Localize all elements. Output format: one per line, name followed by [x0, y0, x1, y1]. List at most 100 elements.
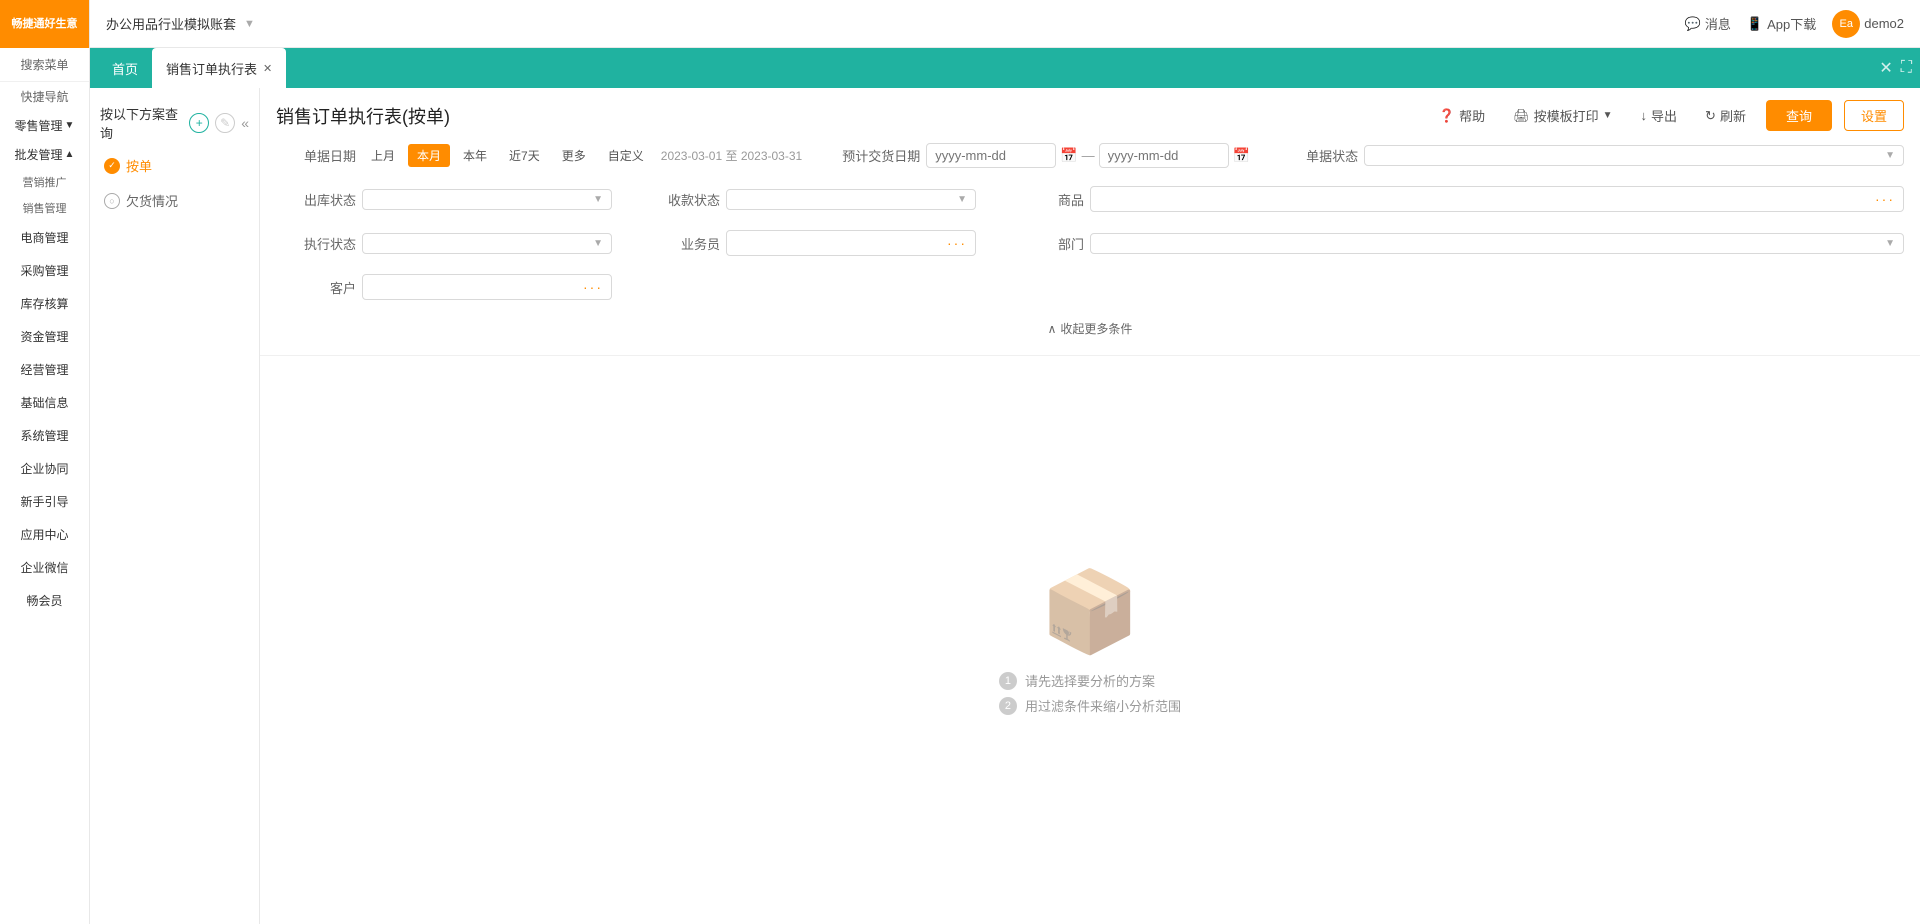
tip-2-number: 2 [999, 697, 1017, 715]
message-button[interactable]: 💬 消息 [1685, 14, 1731, 33]
tip-1-text: 请先选择要分析的方案 [1025, 671, 1155, 690]
date-btn-more[interactable]: 更多 [553, 144, 595, 167]
expected-date-input-group: 📅 — 📅 [926, 143, 1250, 168]
sidebar-item-apps[interactable]: 应用中心 [0, 518, 89, 551]
search-button[interactable]: 查询 [1766, 100, 1832, 131]
sidebar-search[interactable]: 搜索菜单 [0, 48, 89, 82]
app-logo: 畅捷通好生意 [0, 0, 89, 48]
exec-status-chevron-icon: ▼ [593, 238, 603, 249]
date-label: 单据日期 [276, 146, 356, 165]
app-download-button[interactable]: 📱 App下载 [1747, 14, 1816, 33]
filter-cell-ship-status: 出库状态 ▼ [276, 185, 612, 214]
date-btn-group: 上月 本月 本年 近7天 更多 自定义 2023-03-01 至 2023-03… [362, 144, 802, 167]
expected-date-end[interactable] [1099, 143, 1229, 168]
settings-button[interactable]: 设置 [1844, 100, 1904, 131]
filter-cell-salesperson: 业务员 ··· [640, 226, 976, 260]
inactive-dot-icon: ○ [104, 193, 120, 209]
print-arrow-icon: ▼ [1603, 110, 1613, 121]
sidebar-item-guide[interactable]: 新手引导 [0, 485, 89, 518]
sidebar-item-finance[interactable]: 资金管理 [0, 320, 89, 353]
left-panel: 按以下方案查询 + ✎ « ✓ 按单 ○ [90, 88, 260, 924]
tip-2-text: 用过滤条件来缩小分析范围 [1025, 696, 1181, 715]
exec-status-select[interactable]: ▼ [362, 233, 612, 254]
content-area: 按以下方案查询 + ✎ « ✓ 按单 ○ [90, 88, 1920, 924]
edit-scheme-button[interactable]: ✎ [215, 113, 235, 133]
export-button[interactable]: ↓ 导出 [1633, 102, 1686, 129]
empty-tip-1: 1 请先选择要分析的方案 [999, 671, 1181, 690]
filter-cell-pay-status: 收款状态 ▼ [640, 185, 976, 214]
date-btn-7days[interactable]: 近7天 [500, 144, 549, 167]
goods-label: 商品 [1004, 190, 1084, 209]
salesperson-more-button[interactable]: ··· [947, 235, 967, 251]
message-icon: 💬 [1685, 16, 1701, 32]
print-button[interactable]: 🖨 按模板打印 ▼ [1505, 102, 1620, 129]
breadcrumb-arrow-icon[interactable]: ▼ [244, 18, 255, 30]
search-label: 搜索菜单 [20, 58, 68, 72]
customer-label: 客户 [276, 278, 356, 297]
pay-status-chevron-icon: ▼ [957, 194, 967, 205]
sidebar-item-purchase[interactable]: 采购管理 [0, 254, 89, 287]
date-btn-current-year[interactable]: 本年 [454, 144, 496, 167]
ship-status-label: 出库状态 [276, 190, 356, 209]
calendar-start-icon[interactable]: 📅 [1060, 147, 1077, 164]
collapse-panel-button[interactable]: « [241, 115, 249, 131]
empty-illustration: 📦 [1040, 565, 1140, 659]
left-panel-actions: + ✎ « [189, 113, 249, 133]
sidebar-item-inventory[interactable]: 库存核算 [0, 287, 89, 320]
scheme-item-shortage[interactable]: ○ 欠货情况 [90, 183, 259, 218]
order-status-chevron-icon: ▼ [1885, 150, 1895, 161]
sidebar-item-enterprise[interactable]: 企业协同 [0, 452, 89, 485]
header-right: 💬 消息 📱 App下载 Ea demo2 [1685, 10, 1904, 38]
expected-date-start[interactable] [926, 143, 1056, 168]
refresh-icon: ↻ [1705, 108, 1716, 124]
collapse-filter-button[interactable]: ∧ 收起更多条件 [276, 314, 1904, 343]
empty-tip-2: 2 用过滤条件来缩小分析范围 [999, 696, 1181, 715]
date-btn-current-month[interactable]: 本月 [408, 144, 450, 167]
main-area: 办公用品行业模拟账套 ▼ 💬 消息 📱 App下载 Ea demo2 首页 [90, 0, 1920, 924]
date-btn-last-month[interactable]: 上月 [362, 144, 404, 167]
sidebar-nav-label[interactable]: 快捷导航 [0, 82, 89, 111]
dept-chevron-icon: ▼ [1885, 238, 1895, 249]
pay-status-select[interactable]: ▼ [726, 189, 976, 210]
goods-more-button[interactable]: ··· [1875, 191, 1895, 207]
tab-home[interactable]: 首页 [98, 48, 152, 88]
filter-row-1: 单据日期 上月 本月 本年 近7天 更多 自定义 2023-03-01 至 20… [276, 139, 1904, 172]
user-profile[interactable]: Ea demo2 [1832, 10, 1904, 38]
dept-label: 部门 [1004, 234, 1084, 253]
tab-close-all-icon[interactable]: ✕ [1879, 58, 1892, 78]
sidebar-item-marketing[interactable]: 营销推广 [0, 169, 89, 195]
header-left: 办公用品行业模拟账套 ▼ [106, 14, 255, 33]
sidebar-item-retail[interactable]: 零售管理 ▼ [0, 111, 89, 140]
ship-status-select[interactable]: ▼ [362, 189, 612, 210]
tab-maximize-icon[interactable]: ⛶ [1901, 59, 1912, 77]
calendar-end-icon[interactable]: 📅 [1233, 147, 1250, 164]
right-panel: 销售订单执行表(按单) ❓ 帮助 🖨 按模板打印 ▼ ↓ 导出 [260, 88, 1920, 924]
sidebar-item-wechat[interactable]: 企业微信 [0, 551, 89, 584]
sidebar-item-sales[interactable]: 销售管理 [0, 195, 89, 221]
sidebar-item-member[interactable]: 畅会员 [0, 584, 89, 617]
add-scheme-button[interactable]: + [189, 113, 209, 133]
sidebar-item-system[interactable]: 系统管理 [0, 419, 89, 452]
dept-select[interactable]: ▼ [1090, 233, 1904, 254]
tab-close-icon[interactable]: ✕ [263, 62, 272, 75]
breadcrumb-text: 办公用品行业模拟账套 [106, 14, 236, 33]
sidebar-item-operations[interactable]: 经营管理 [0, 353, 89, 386]
help-button[interactable]: ❓ 帮助 [1431, 102, 1493, 129]
export-icon: ↓ [1641, 108, 1648, 123]
empty-tips: 1 请先选择要分析的方案 2 用过滤条件来缩小分析范围 [999, 671, 1181, 715]
tip-1-number: 1 [999, 672, 1017, 690]
top-header: 办公用品行业模拟账套 ▼ 💬 消息 📱 App下载 Ea demo2 [90, 0, 1920, 48]
filter-row-2: 出库状态 ▼ 收款状态 ▼ 商品 [276, 182, 1904, 216]
customer-more-button[interactable]: ··· [583, 279, 603, 295]
order-status-select[interactable]: ▼ [1364, 145, 1904, 166]
chevron-icon: ▼ [65, 120, 75, 131]
date-btn-custom[interactable]: 自定义 [599, 144, 653, 167]
avatar: Ea [1832, 10, 1860, 38]
tab-bar: 首页 销售订单执行表 ✕ ✕ ⛶ [90, 48, 1920, 88]
tab-sales-order[interactable]: 销售订单执行表 ✕ [152, 48, 286, 88]
sidebar-item-wholesale[interactable]: 批发管理 ▲ [0, 140, 89, 169]
sidebar-item-basic[interactable]: 基础信息 [0, 386, 89, 419]
refresh-button[interactable]: ↻ 刷新 [1697, 102, 1754, 129]
sidebar-item-ecommerce[interactable]: 电商管理 [0, 221, 89, 254]
scheme-item-order[interactable]: ✓ 按单 [90, 148, 259, 183]
